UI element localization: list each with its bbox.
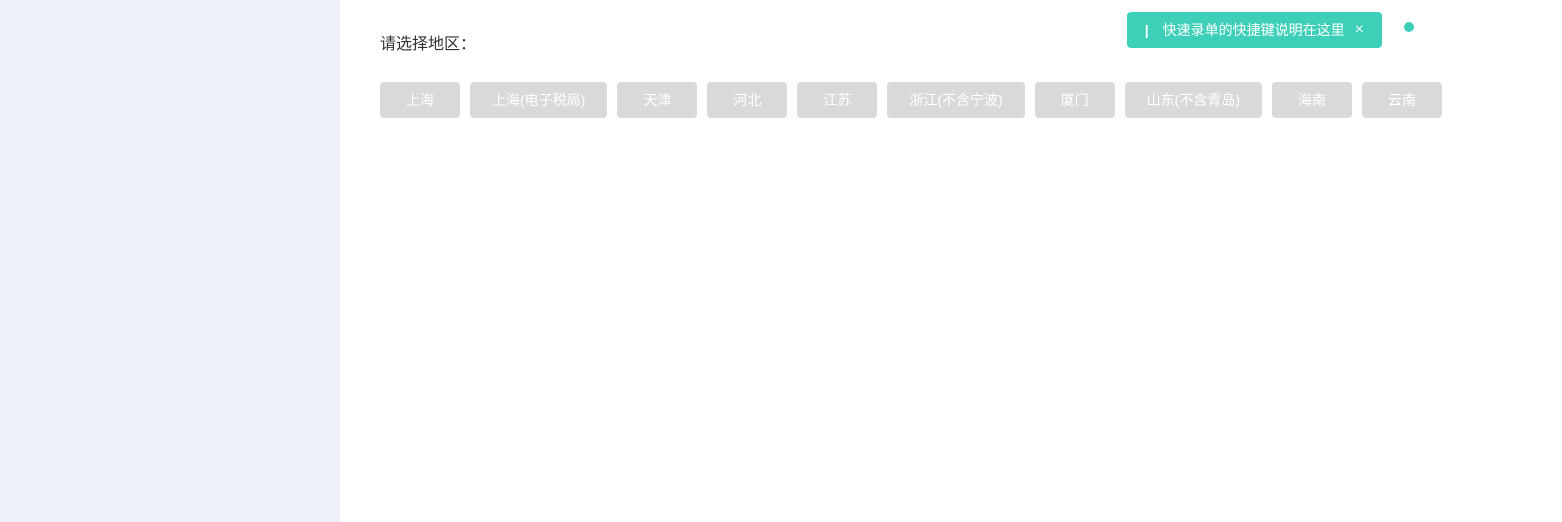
region-button-jiangsu[interactable]: 江苏	[797, 82, 877, 118]
region-buttons: 上海上海(电子税局) 天津河北江苏浙江(不含宁波) 厦门 山东(不含青岛) 海南云南	[380, 82, 1522, 128]
region-button-hebei[interactable]: 河北	[707, 82, 787, 118]
region-button-tianjin[interactable]: 天津	[617, 82, 697, 118]
tooltip-text: 快速录单的快捷键说明在这里	[1163, 20, 1345, 40]
region-button-zhejiang[interactable]: 浙江(不含宁波)	[887, 82, 1024, 118]
left-panel	[0, 0, 340, 522]
region-row-1: 上海上海(电子税局) 天津河北江苏浙江(不含宁波) 厦门	[380, 82, 1115, 118]
region-button-xiamen[interactable]: 厦门	[1035, 82, 1115, 118]
region-button-yunnan[interactable]: 云南	[1362, 82, 1442, 118]
region-row-2: 山东(不含青岛) 海南云南	[1125, 82, 1442, 118]
main-content: 请选择地区： 上海上海(电子税局)天津河北江苏浙江(不含宁波)厦门 山东(不含青…	[340, 0, 1562, 522]
region-button-shanghai-etax[interactable]: 上海(电子税局)	[470, 82, 607, 118]
tooltip-close-button[interactable]: ×	[1355, 22, 1364, 38]
region-button-shandong[interactable]: 山东(不含青岛)	[1125, 82, 1262, 118]
tooltip-banner: 快速录单的快捷键说明在这里 ×	[1127, 12, 1382, 48]
tooltip-dot	[1404, 22, 1414, 32]
region-button-shanghai[interactable]: 上海	[380, 82, 460, 118]
region-button-hainan[interactable]: 海南	[1272, 82, 1352, 118]
